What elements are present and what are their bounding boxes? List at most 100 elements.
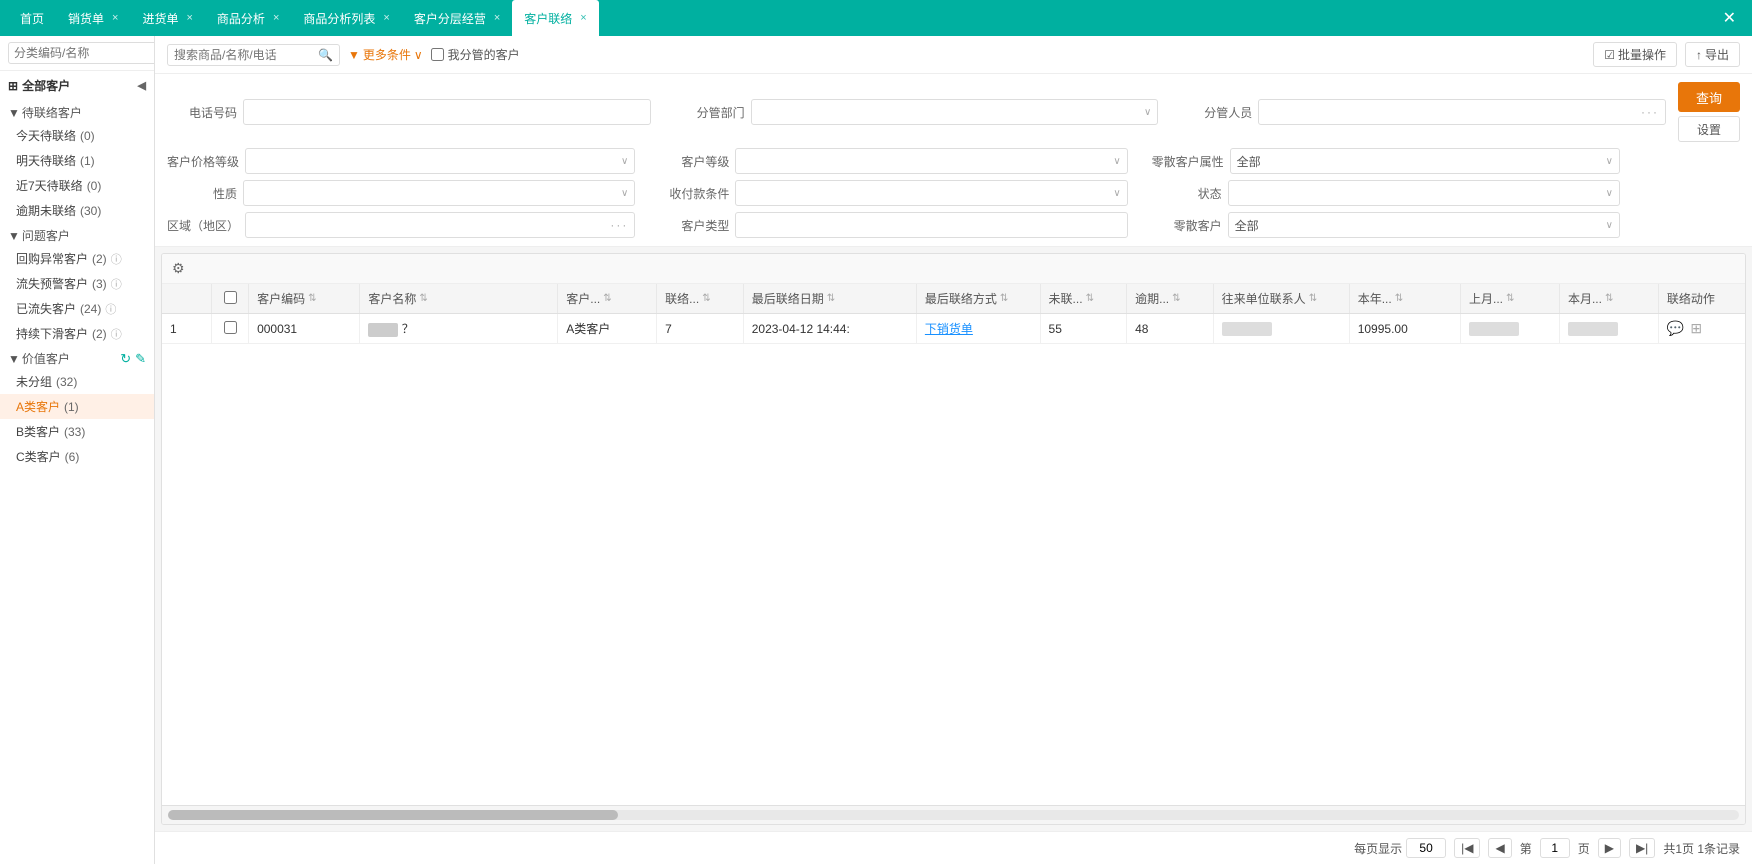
next-page-button[interactable]: ▶ [1598,838,1621,858]
this-month-amount [1559,314,1658,344]
year-amount: 10995.00 [1349,314,1460,344]
nav-tab-analysis-list[interactable]: 商品分析列表 × [291,0,401,36]
first-page-button[interactable]: |◀ [1454,838,1480,858]
sidebar-group-value[interactable]: ▼ 价值客户 ↻ ✎ [0,346,154,369]
nav-tab-customer-contact[interactable]: 客户联络 × [512,0,598,36]
region-input[interactable]: ··· [245,212,635,238]
col-header-last-way[interactable]: 最后联络方式 ⇅ [916,284,1040,314]
action-icons: 💬 ⊞ [1667,320,1737,337]
chat-icon[interactable]: 💬 [1667,320,1684,337]
col-header-lastmonth[interactable]: 上月... ⇅ [1461,284,1560,314]
col-header-code[interactable]: 客户编码 ⇅ [249,284,360,314]
col-header-name[interactable]: 客户名称 ⇅ [360,284,558,314]
dropdown-arrow-icon: ∨ [1144,107,1151,118]
batch-icon: ☑ [1604,48,1615,62]
cust-type-input[interactable] [735,212,1127,238]
collapse-icon: ◀ [138,79,146,92]
query-buttons: 查询 设置 [1678,82,1740,142]
filter-price-grade: 客户价格等级 ∨ [167,148,635,174]
filter-row-1: 电话号码 分管部门 ∨ 分管人员 ··· [167,82,1740,142]
sort-icon: ⇅ [1605,293,1613,304]
sidebar-item-declining[interactable]: 持续下滑客户 (2) ⓘ [0,321,154,346]
phone-input[interactable] [243,99,651,125]
close-icon[interactable]: × [580,12,586,24]
close-icon[interactable]: × [494,12,500,24]
page-size-input[interactable] [1406,838,1446,858]
col-header-thismonth[interactable]: 本月... ⇅ [1559,284,1658,314]
scrollbar-thumb[interactable] [168,810,618,820]
sidebar-item-overdue-pending[interactable]: 逾期未联络 (30) [0,198,154,223]
horizontal-scrollbar[interactable] [162,805,1745,824]
sidebar-item-ungrouped[interactable]: 未分组 (32) [0,369,154,394]
app-close-button[interactable]: ✕ [1715,8,1744,28]
export-button[interactable]: ↑ 导出 [1685,42,1740,67]
settings-button[interactable]: 设置 [1678,116,1740,142]
nav-tab-analysis[interactable]: 商品分析 × [205,0,291,36]
sidebar-item-7days-pending[interactable]: 近7天待联络 (0) [0,173,154,198]
main-layout: 🔍 ⊞ 全部客户 ◀ ▼ 待联络客户 今天待联络 (0) 明天待联络 (1) 近… [0,36,1752,864]
close-icon[interactable]: × [273,12,279,24]
col-header-contact[interactable]: 联络... ⇅ [657,284,744,314]
nav-tab-customer-seg[interactable]: 客户分层经营 × [402,0,512,36]
sidebar-item-repurchase-abnormal[interactable]: 回购异常客户 (2) ⓘ [0,246,154,271]
scatter-input[interactable]: 全部 ∨ [1228,212,1620,238]
scatter-attr-input[interactable]: 全部 ∨ [1230,148,1620,174]
arrow-icon: ▼ [8,106,20,120]
sidebar-item-class-b[interactable]: B类客户 (33) [0,419,154,444]
last-contact-way-link[interactable]: 下销货单 [925,322,973,336]
my-customers-checkbox[interactable]: 我分管的客户 [431,46,520,63]
col-header-overdue[interactable]: 逾期... ⇅ [1127,284,1214,314]
sort-icon: ⇅ [1086,293,1094,304]
col-header-year[interactable]: 本年... ⇅ [1349,284,1460,314]
col-header-type[interactable]: 客户... ⇅ [558,284,657,314]
gear-icon[interactable]: ⚙ [172,260,185,277]
close-icon[interactable]: × [112,12,118,24]
info-icon: ⓘ [105,301,116,317]
dept-input[interactable]: ∨ [751,99,1159,125]
person-input[interactable]: ··· [1258,99,1666,125]
my-customers-input[interactable] [431,48,444,61]
nav-tab-purchase[interactable]: 进货单 × [130,0,204,36]
refresh-icon[interactable]: ↻ [120,351,131,367]
sidebar-item-today-pending[interactable]: 今天待联络 (0) [0,123,154,148]
nav-tab-sales[interactable]: 销货单 × [56,0,130,36]
sidebar-item-class-a[interactable]: A类客户 (1) [0,394,154,419]
col-header-unit[interactable]: 往来单位联系人 ⇅ [1213,284,1349,314]
customer-name: ？ [360,314,558,344]
search-input[interactable] [174,48,314,62]
row-checkbox-cell [211,314,248,344]
close-icon[interactable]: × [186,12,192,24]
query-button[interactable]: 查询 [1678,82,1740,112]
col-header-uncontact[interactable]: 未联... ⇅ [1040,284,1127,314]
filter-more-btn[interactable]: ▼ 更多条件 ∨ [348,46,423,63]
sidebar-item-churn-warning[interactable]: 流失预警客户 (3) ⓘ [0,271,154,296]
price-grade-input[interactable]: ∨ [245,148,635,174]
row-checkbox[interactable] [224,321,237,334]
filter-person: 分管人员 ··· [1182,99,1666,125]
filter-scatter-attr: 零散客户属性 全部 ∨ [1152,148,1620,174]
sidebar-item-class-c[interactable]: C类客户 (6) [0,444,154,469]
col-header-last-date[interactable]: 最后联络日期 ⇅ [743,284,916,314]
sidebar-all-customers[interactable]: ⊞ 全部客户 ◀ [0,71,154,100]
page-number-input[interactable] [1540,838,1570,858]
sidebar-search-input[interactable] [8,42,155,64]
prev-page-button[interactable]: ◀ [1488,838,1511,858]
edit-icon[interactable]: ✎ [135,351,146,367]
more-action-icon[interactable]: ⊞ [1690,320,1702,337]
sidebar-item-churned[interactable]: 已流失客户 (24) ⓘ [0,296,154,321]
info-icon: ⓘ [111,276,122,292]
last-page-button[interactable]: ▶| [1629,838,1655,858]
col-header-num [162,284,211,314]
nature-input[interactable]: ∨ [243,180,635,206]
customer-grade-input[interactable]: ∨ [735,148,1127,174]
nav-tab-home[interactable]: 首页 [8,0,56,36]
payment-input[interactable]: ∨ [735,180,1127,206]
batch-ops-button[interactable]: ☑ 批量操作 [1593,42,1677,67]
col-header-action: 联络动作 [1658,284,1745,314]
sidebar-item-tomorrow-pending[interactable]: 明天待联络 (1) [0,148,154,173]
sidebar-group-pending[interactable]: ▼ 待联络客户 [0,100,154,123]
select-all-checkbox[interactable] [224,291,237,304]
sidebar-group-problem[interactable]: ▼ 问题客户 [0,223,154,246]
status-input[interactable]: ∨ [1228,180,1620,206]
close-icon[interactable]: × [383,12,389,24]
